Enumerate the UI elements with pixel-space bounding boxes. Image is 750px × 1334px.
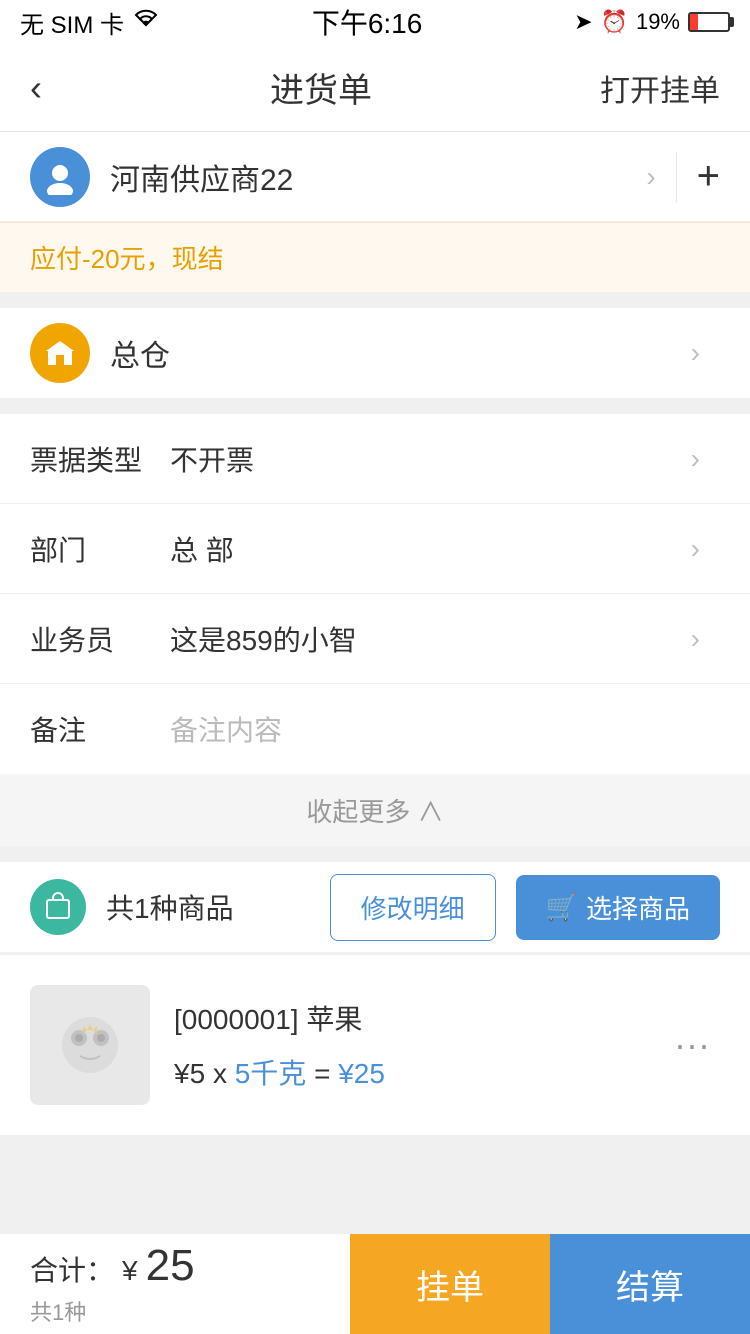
- product-more-button[interactable]: ···: [664, 1014, 720, 1076]
- add-supplier-button[interactable]: +: [697, 154, 720, 199]
- location-icon: ➤: [574, 9, 592, 35]
- warehouse-icon: [30, 323, 90, 383]
- warehouse-card: 总仓 ›: [0, 308, 750, 398]
- page-title: 进货单: [270, 63, 372, 112]
- footer-total: 合计： ¥ 25 共1种: [0, 1241, 350, 1327]
- price-multiply: x: [213, 1058, 235, 1089]
- back-button[interactable]: ‹: [30, 67, 42, 109]
- remark-label: 备注: [30, 709, 170, 749]
- total-text: 合计：: [30, 1249, 114, 1289]
- remark-input[interactable]: 备注内容: [170, 709, 720, 749]
- footer: 合计： ¥ 25 共1种 挂单 结算: [0, 1234, 750, 1334]
- invoice-chevron-icon: ›: [691, 443, 700, 475]
- status-left: 无 SIM 卡: [20, 5, 160, 40]
- supplier-chevron-icon: ›: [646, 161, 655, 193]
- total-label: 合计： ¥ 25: [30, 1241, 350, 1291]
- product-header: 共1种商品 修改明细 🛒 选择商品: [0, 862, 750, 952]
- price-base: ¥5: [174, 1058, 205, 1089]
- select-product-button[interactable]: 🛒 选择商品: [516, 875, 720, 940]
- product-title: 苹果: [306, 1004, 362, 1035]
- battery-icon: [688, 12, 730, 32]
- salesperson-chevron-icon: ›: [691, 623, 700, 655]
- status-time: 下午6:16: [312, 2, 423, 42]
- collapse-toggle[interactable]: 收起更多 ∧: [0, 774, 750, 846]
- supplier-card: 河南供应商22 › + 应付-20元，现结: [0, 132, 750, 292]
- status-bar: 无 SIM 卡 下午6:16 ➤ ⏰ 19%: [0, 0, 750, 44]
- department-value: 总 部: [170, 529, 691, 569]
- supplier-row[interactable]: 河南供应商22 › +: [0, 132, 750, 222]
- form-card: 票据类型 不开票 › 部门 总 部 › 业务员 这是859的小智 › 备注 备注…: [0, 414, 750, 774]
- warehouse-row[interactable]: 总仓 ›: [0, 308, 750, 398]
- balance-notice: 应付-20元，现结: [0, 222, 750, 292]
- product-thumbnail: [30, 985, 150, 1105]
- content: 河南供应商22 › + 应付-20元，现结 总仓 › 票据类型 不开票 ›: [0, 132, 750, 1255]
- checkout-button[interactable]: 结算: [550, 1234, 750, 1334]
- salesperson-row[interactable]: 业务员 这是859的小智 ›: [0, 594, 750, 684]
- supplier-name: 河南供应商22: [110, 155, 646, 199]
- wifi-icon: [132, 8, 160, 37]
- remark-row[interactable]: 备注 备注内容: [0, 684, 750, 774]
- footer-count: 共1种: [30, 1295, 350, 1327]
- pending-button[interactable]: 挂单: [350, 1234, 550, 1334]
- product-info: [0000001] 苹果 ¥5 x 5千克 = ¥25: [174, 998, 640, 1092]
- price-equals: =: [314, 1058, 338, 1089]
- avatar: [30, 147, 90, 207]
- product-price: ¥5 x 5千克 = ¥25: [174, 1052, 640, 1092]
- department-chevron-icon: ›: [691, 533, 700, 565]
- edit-detail-button[interactable]: 修改明细: [330, 874, 496, 941]
- alarm-icon: ⏰: [601, 9, 628, 35]
- select-product-label: 选择商品: [586, 889, 690, 926]
- product-code: [0000001]: [174, 1004, 299, 1035]
- warehouse-label: 总仓: [110, 331, 691, 375]
- carrier-text: 无 SIM 卡: [20, 5, 124, 40]
- product-item: [0000001] 苹果 ¥5 x 5千克 = ¥25 ···: [0, 954, 750, 1135]
- department-label: 部门: [30, 529, 170, 569]
- nav-bar: ‹ 进货单 打开挂单: [0, 44, 750, 132]
- product-count-label: 共1种商品: [106, 887, 310, 927]
- invoice-label: 票据类型: [30, 439, 170, 479]
- battery-percent: 19%: [636, 9, 680, 35]
- divider: [676, 152, 677, 202]
- salesperson-label: 业务员: [30, 619, 170, 659]
- collapse-label: 收起更多 ∧: [306, 792, 443, 829]
- product-name: [0000001] 苹果: [174, 998, 640, 1038]
- product-quantity: 5千克: [235, 1058, 307, 1089]
- product-total: ¥25: [338, 1058, 385, 1089]
- open-pending-button[interactable]: 打开挂单: [600, 66, 720, 110]
- invoice-row[interactable]: 票据类型 不开票 ›: [0, 414, 750, 504]
- invoice-value: 不开票: [170, 439, 691, 479]
- cart-icon: 🛒: [546, 892, 578, 923]
- total-amount: 25: [146, 1241, 195, 1291]
- status-right: ➤ ⏰ 19%: [574, 9, 730, 35]
- currency-symbol: ¥: [122, 1255, 138, 1287]
- product-icon: [30, 879, 86, 935]
- warehouse-chevron-icon: ›: [691, 337, 700, 369]
- salesperson-value: 这是859的小智: [170, 619, 691, 659]
- department-row[interactable]: 部门 总 部 ›: [0, 504, 750, 594]
